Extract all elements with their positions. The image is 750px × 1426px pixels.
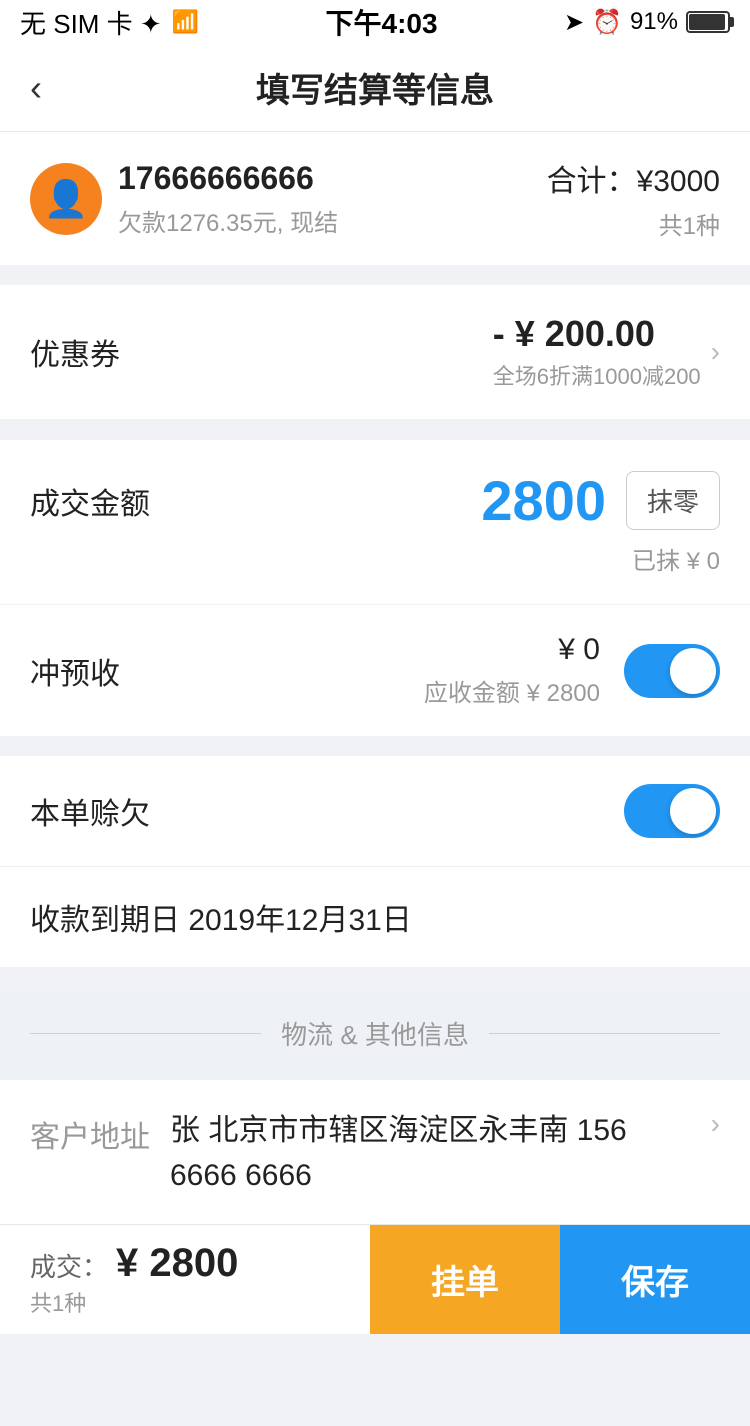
status-bar: 无 SIM 卡 ✦ 📶 下午4:03 ➤ ⏰ 91% [0, 0, 750, 44]
customer-debt: 欠款1276.35元, 现结 [118, 203, 338, 238]
coupon-chevron-icon: › [711, 336, 720, 368]
battery-percent: 91% [630, 8, 678, 36]
round-off-button[interactable]: 抹零 [626, 471, 720, 530]
location-icon: ➤ [564, 8, 584, 37]
avatar-icon: 👤 [44, 178, 89, 220]
bad-debt-row: 本单赊欠 [0, 756, 750, 866]
coupon-discount: - ¥ 200.00 [493, 313, 701, 355]
amount-row: 成交金额 2800 抹零 [30, 468, 720, 533]
sim-label: 无 SIM 卡 ✦ [20, 4, 162, 41]
coupon-label: 优惠券 [30, 330, 120, 374]
battery-icon [686, 11, 730, 33]
coupon-desc: 全场6折满1000减200 [493, 359, 701, 391]
coupon-right: - ¥ 200.00 全场6折满1000减200 › [493, 313, 720, 391]
customer-section: 👤 17666666666 欠款1276.35元, 现结 合计：¥3000 共1… [0, 132, 750, 265]
bottom-transaction-label: 成交： [30, 1247, 108, 1284]
address-row[interactable]: 客户地址 张 北京市市辖区海淀区永丰南 156 6666 6666 › [0, 1080, 750, 1226]
avatar: 👤 [30, 163, 102, 235]
bottom-amount: ¥ 2800 [116, 1241, 238, 1286]
gap-3 [0, 736, 750, 756]
header-line-right [489, 1033, 720, 1034]
status-left: 无 SIM 卡 ✦ 📶 [20, 4, 199, 41]
logistics-header: 物流 & 其他信息 [0, 987, 750, 1080]
transaction-amount: 2800 [481, 468, 606, 533]
page-title: 填写结算等信息 [256, 63, 494, 112]
logistics-header-text: 物流 & 其他信息 [281, 1015, 469, 1052]
bad-debt-toggle[interactable] [624, 784, 720, 838]
customer-totals: 合计：¥3000 共1种 [547, 156, 720, 241]
toggle-knob [670, 648, 716, 694]
prepayment-right: ¥ 0 应收金额 ¥ 2800 [424, 633, 600, 708]
nav-bar: ‹ 填写结算等信息 [0, 44, 750, 132]
save-button[interactable]: 保存 [560, 1225, 750, 1334]
address-value: 张 北京市市辖区海淀区永丰南 156 6666 6666 [170, 1108, 691, 1198]
customer-phone: 17666666666 [118, 160, 338, 197]
prepayment-row: 冲预收 ¥ 0 应收金额 ¥ 2800 [0, 604, 750, 736]
due-date-text: 收款到期日 2019年12月31日 [30, 904, 412, 937]
due-date-row: 收款到期日 2019年12月31日 [0, 866, 750, 967]
erased-amount: 已抹 ¥ 0 [30, 541, 720, 576]
wifi-icon: 📶 [172, 9, 199, 35]
gap-2 [0, 420, 750, 440]
bottom-count: 共1种 [30, 1286, 340, 1318]
prepayment-amount: ¥ 0 [424, 633, 600, 667]
status-right: ➤ ⏰ 91% [564, 8, 730, 37]
bad-debt-label: 本单赊欠 [30, 789, 150, 833]
amount-right: 2800 抹零 [481, 468, 720, 533]
bad-debt-toggle-knob [670, 788, 716, 834]
status-time: 下午4:03 [326, 2, 438, 42]
prepayment-toggle[interactable] [624, 644, 720, 698]
bottom-summary: 成交： ¥ 2800 共1种 [0, 1225, 370, 1334]
total-amount: 合计：¥3000 [547, 156, 720, 200]
gap-4 [0, 967, 750, 987]
pending-button[interactable]: 挂单 [370, 1225, 560, 1334]
gap-1 [0, 265, 750, 285]
amount-section: 成交金额 2800 抹零 已抹 ¥ 0 [0, 440, 750, 604]
coupon-row[interactable]: 优惠券 - ¥ 200.00 全场6折满1000减200 › [0, 285, 750, 420]
address-label: 客户地址 [30, 1112, 150, 1156]
total-count: 共1种 [547, 206, 720, 241]
prepayment-label: 冲预收 [30, 649, 120, 693]
alarm-icon: ⏰ [592, 8, 622, 37]
bottom-bar: 成交： ¥ 2800 共1种 挂单 保存 [0, 1224, 750, 1334]
amount-label: 成交金额 [30, 479, 150, 523]
prepayment-receivable: 应收金额 ¥ 2800 [424, 673, 600, 708]
address-chevron-icon: › [711, 1108, 720, 1140]
customer-info: 17666666666 欠款1276.35元, 现结 [118, 160, 338, 238]
back-button[interactable]: ‹ [30, 67, 42, 109]
header-line-left [30, 1033, 261, 1034]
